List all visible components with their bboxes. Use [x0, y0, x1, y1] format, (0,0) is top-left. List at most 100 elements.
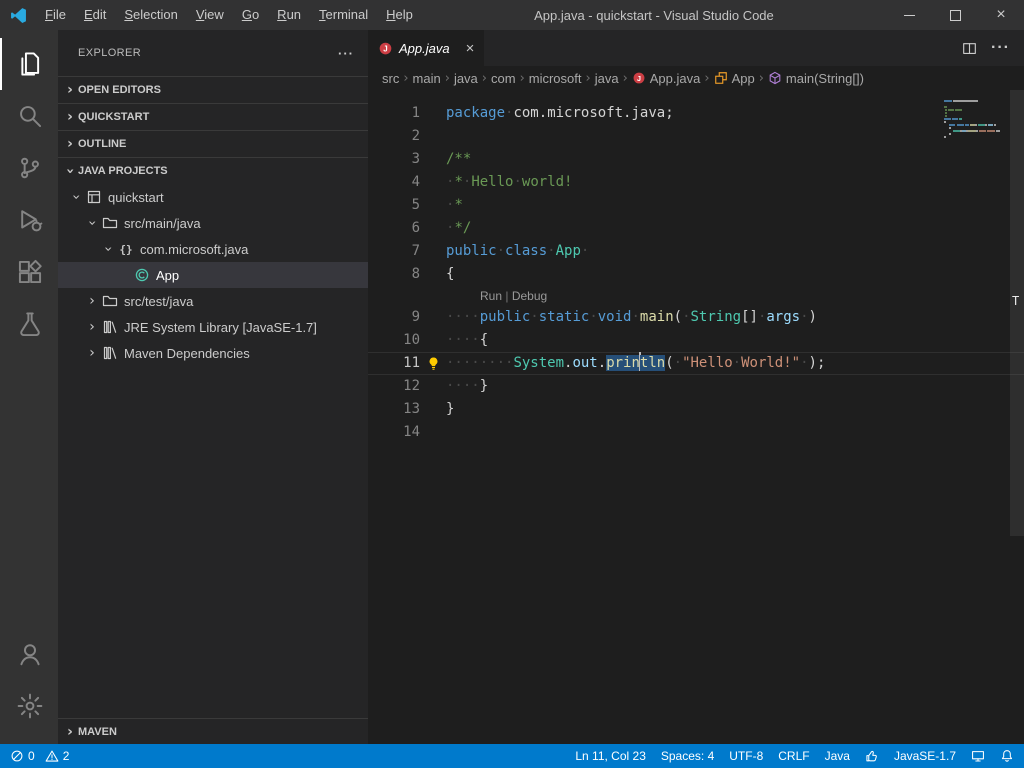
maximize-button[interactable]	[932, 0, 978, 30]
tab-app-java[interactable]: JApp.java×	[368, 30, 484, 66]
line-number[interactable]: 10	[368, 329, 420, 352]
activity-search[interactable]	[0, 90, 58, 142]
line-number[interactable]: 1	[368, 102, 420, 125]
line-number[interactable]: 12	[368, 375, 420, 398]
tree-item-src-main-java[interactable]: ›src/main/java	[58, 210, 368, 236]
status-remote[interactable]	[971, 749, 985, 763]
codelens-debug[interactable]: Debug	[512, 289, 547, 303]
section-maven[interactable]: › MAVEN	[58, 718, 368, 744]
breadcrumb-src[interactable]: src	[382, 71, 399, 86]
activity-testing[interactable]	[0, 298, 58, 350]
activity-extensions[interactable]	[0, 246, 58, 298]
gutter-lightbulb	[420, 306, 446, 329]
status-java-runtime[interactable]: JavaSE-1.7	[894, 749, 956, 763]
gutter-lightbulb	[420, 421, 446, 444]
gutter-lightbulb[interactable]	[420, 352, 446, 375]
line-number[interactable]: 8	[368, 263, 420, 286]
split-editor-icon[interactable]	[962, 41, 977, 56]
gutter-lightbulb	[420, 329, 446, 352]
menu-terminal[interactable]: Terminal	[310, 0, 377, 30]
tree-item-quickstart[interactable]: ›quickstart	[58, 184, 368, 210]
activity-source-control[interactable]	[0, 142, 58, 194]
section-outline[interactable]: ›OUTLINE	[58, 130, 368, 157]
minimap[interactable]	[944, 100, 1006, 142]
code-line-13[interactable]: 13}	[368, 398, 1024, 421]
section-quickstart[interactable]: ›QUICKSTART	[58, 103, 368, 130]
codelens-run[interactable]: Run	[480, 289, 502, 303]
breadcrumb-main[interactable]: main	[413, 71, 441, 86]
sidebar-more-actions[interactable]: ···	[338, 46, 354, 61]
symbol-class-icon	[714, 71, 728, 85]
code-line-9[interactable]: 9····public·static·void·main(·String[]·a…	[368, 306, 1024, 329]
code-line-5[interactable]: 5·*	[368, 194, 1024, 217]
status-feedback[interactable]	[865, 749, 879, 763]
tree-item-maven-dependencies[interactable]: ›Maven Dependencies	[58, 340, 368, 366]
breadcrumb-com[interactable]: com	[491, 71, 516, 86]
window-controls: ×	[886, 0, 1024, 30]
status-errors[interactable]: 0	[10, 749, 35, 763]
breadcrumb-java[interactable]: java	[595, 71, 619, 86]
tree-item-jre-system-library-javase-1-7[interactable]: ›JRE System Library [JavaSE-1.7]	[58, 314, 368, 340]
menu-file[interactable]: File	[36, 0, 75, 30]
editor-more-actions[interactable]: ···	[991, 39, 1010, 57]
breadcrumb-app[interactable]: App	[714, 71, 755, 86]
section-open-editors[interactable]: ›OPEN EDITORS	[58, 76, 368, 103]
line-number[interactable]: 13	[368, 398, 420, 421]
menu-view[interactable]: View	[187, 0, 233, 30]
code-line-2[interactable]: 2	[368, 125, 1024, 148]
line-number[interactable]: 4	[368, 171, 420, 194]
section-java-projects[interactable]: ›JAVA PROJECTS	[58, 157, 368, 184]
menu-help[interactable]: Help	[377, 0, 422, 30]
line-number[interactable]: 2	[368, 125, 420, 148]
activity-explorer[interactable]	[0, 38, 58, 90]
breadcrumb-separator: ›	[445, 71, 450, 86]
breadcrumb-main-string[interactable]: main(String[])	[768, 71, 864, 86]
code-line-3[interactable]: 3/**	[368, 148, 1024, 171]
tab-bar: JApp.java× ···	[368, 30, 1024, 66]
tree-item-com-microsoft-java[interactable]: ›{}com.microsoft.java	[58, 236, 368, 262]
symbol-method-icon	[768, 71, 782, 85]
close-button[interactable]: ×	[978, 0, 1024, 30]
code-line-1[interactable]: 1package·com.microsoft.java;	[368, 102, 1024, 125]
breadcrumb-java[interactable]: java	[454, 71, 478, 86]
tab-close-icon[interactable]: ×	[466, 40, 475, 57]
activity-settings[interactable]	[0, 680, 58, 732]
status-warnings[interactable]: 2	[45, 749, 70, 763]
status-eol[interactable]: CRLF	[778, 749, 809, 763]
line-number[interactable]: 3	[368, 148, 420, 171]
breadcrumb-microsoft[interactable]: microsoft	[529, 71, 582, 86]
tree-item-src-test-java[interactable]: ›src/test/java	[58, 288, 368, 314]
status-language-mode[interactable]: Java	[825, 749, 850, 763]
code-line-14[interactable]: 14	[368, 421, 1024, 444]
code-line-10[interactable]: 10····{	[368, 329, 1024, 352]
line-number[interactable]: 6	[368, 217, 420, 240]
breadcrumb-separator: ›	[586, 71, 591, 86]
minimize-button[interactable]	[886, 0, 932, 30]
code-line-4[interactable]: 4·*·Hello·world!	[368, 171, 1024, 194]
editor-scrollbar[interactable]: T	[1010, 90, 1024, 536]
line-number[interactable]: 7	[368, 240, 420, 263]
tree-item-app[interactable]: App	[58, 262, 368, 288]
menu-selection[interactable]: Selection	[115, 0, 186, 30]
code-line-6[interactable]: 6·*/	[368, 217, 1024, 240]
status-encoding[interactable]: UTF-8	[729, 749, 763, 763]
menu-edit[interactable]: Edit	[75, 0, 115, 30]
line-number[interactable]: 11	[368, 352, 420, 375]
status-notifications[interactable]	[1000, 749, 1014, 763]
code-line-8[interactable]: 8{	[368, 263, 1024, 286]
code-line-7[interactable]: 7public·class·App·	[368, 240, 1024, 263]
menu-run[interactable]: Run	[268, 0, 310, 30]
activity-run-debug[interactable]	[0, 194, 58, 246]
status-indentation[interactable]: Spaces: 4	[661, 749, 714, 763]
folder-icon	[100, 215, 120, 231]
line-number[interactable]: 5	[368, 194, 420, 217]
line-number[interactable]: 14	[368, 421, 420, 444]
menu-go[interactable]: Go	[233, 0, 268, 30]
code-line-11[interactable]: 11········System.out.println(·"Hello·Wor…	[368, 352, 1024, 375]
activity-accounts[interactable]	[0, 628, 58, 680]
breadcrumb-app-java[interactable]: JApp.java	[632, 71, 701, 86]
status-cursor-position[interactable]: Ln 11, Col 23	[575, 749, 646, 763]
code-editor[interactable]: 1package·com.microsoft.java;23/**4·*·Hel…	[368, 90, 1024, 744]
code-line-12[interactable]: 12····}	[368, 375, 1024, 398]
line-number[interactable]: 9	[368, 306, 420, 329]
